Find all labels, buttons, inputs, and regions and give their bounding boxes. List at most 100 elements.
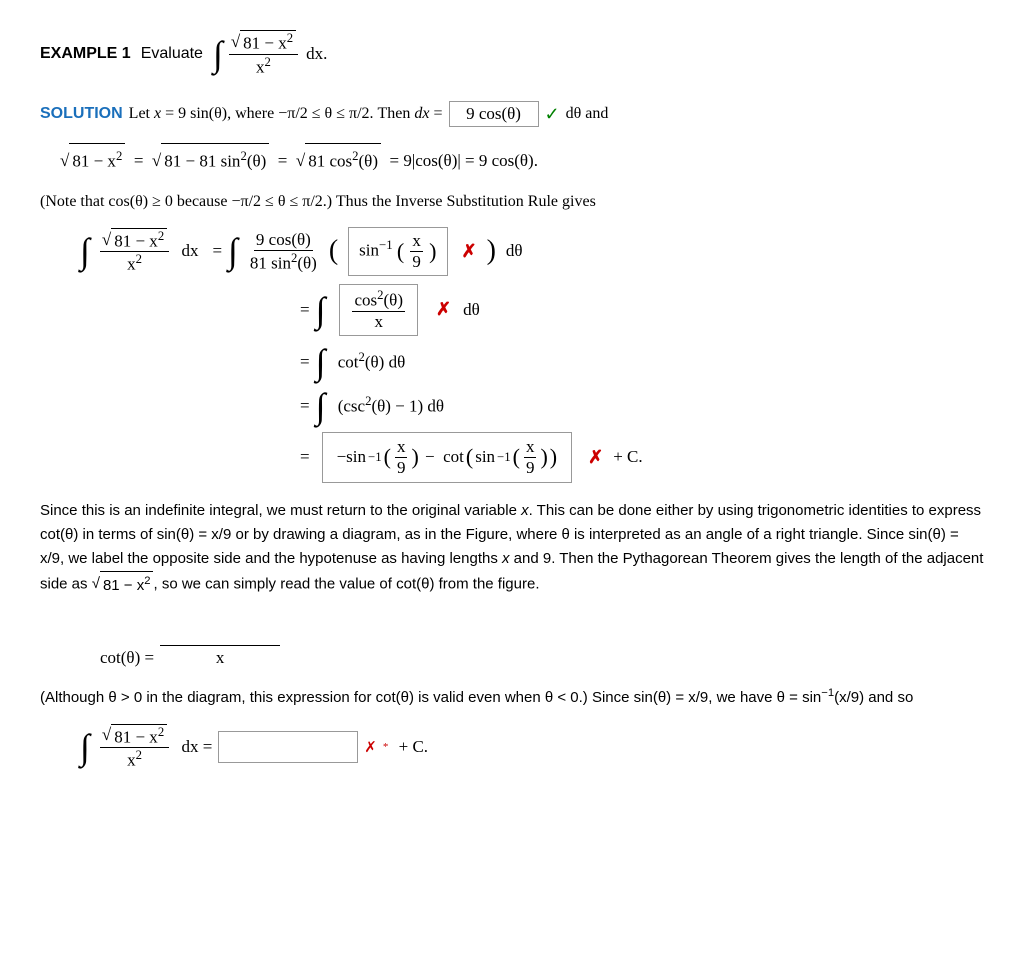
dx-input[interactable]: 9 cos(θ) xyxy=(449,101,539,127)
sqrt-adj: √ 81 − x2 xyxy=(92,571,154,598)
integral-row3: = ∫ cot2(θ) dθ xyxy=(300,344,984,380)
frac-left-den: x2 xyxy=(125,252,144,275)
sqrt-mid1: √ 81 − 81 sin2(θ) xyxy=(152,143,269,179)
header-fraction: √ 81 − x2 x2 xyxy=(229,30,298,77)
cot-section: cot(θ) = x xyxy=(100,614,984,668)
final-integral-sym: ∫ xyxy=(80,729,90,765)
cos2frac: cos2(θ) x xyxy=(352,288,405,332)
dtheta2: dθ xyxy=(463,300,480,320)
checkmark-icon: ✓ xyxy=(545,104,560,125)
cot-label: cot(θ) = xyxy=(100,648,154,668)
header-fraction-num: √ 81 − x2 xyxy=(229,30,298,55)
header-fraction-den: x2 xyxy=(254,55,273,78)
cot-frac-num[interactable] xyxy=(160,614,280,646)
example-header: EXAMPLE 1 Evaluate ∫ √ 81 − x2 x2 dx. xyxy=(40,30,984,77)
integral-right: ∫ xyxy=(228,233,238,269)
sinbox[interactable]: sin−1 ( x 9 ) xyxy=(348,227,447,276)
integral-left: ∫ xyxy=(80,233,90,269)
sup-adj: 2 xyxy=(144,575,150,587)
cot2: cot2(θ) dθ xyxy=(333,350,405,373)
sqrt-mid2: √ 81 cos2(θ) xyxy=(296,143,381,179)
sup-final: 2 xyxy=(158,725,164,739)
star: * xyxy=(383,741,389,753)
superscript-2b: 2 xyxy=(265,55,271,69)
dx-rhs: dx xyxy=(177,241,198,261)
sqrt-sym-lhs: √ xyxy=(102,230,111,250)
paren-left: ( xyxy=(329,237,338,265)
x-mark3: ✗ xyxy=(588,447,603,468)
sqrt-adj-content: 81 − x2 xyxy=(100,571,154,598)
sqrt-mid2-content: 81 cos2(θ) xyxy=(305,143,381,179)
final-lhs-frac: √ 81 − x2 x2 xyxy=(100,724,169,771)
equals1: = xyxy=(212,241,222,261)
equals2: = xyxy=(300,300,310,320)
final-paren1l: ( xyxy=(384,446,391,468)
sqrt-symbol: √ xyxy=(231,32,240,52)
sqrt-sym2: √ xyxy=(152,144,161,178)
sqrt-mid1-content: 81 − 81 sin2(θ) xyxy=(161,143,269,179)
sqrt-left: √ 81 − x2 xyxy=(60,143,125,179)
header-integral: ∫ √ 81 − x2 x2 dx. xyxy=(213,30,327,77)
x-mark2: ✗ xyxy=(436,299,451,320)
final-dx: dx = xyxy=(177,737,212,757)
example-label: EXAMPLE 1 xyxy=(40,45,131,63)
final-frac2-den: 9 xyxy=(524,458,537,478)
cos2-sup: 2 xyxy=(377,288,383,302)
final-answer-input[interactable] xyxy=(218,731,358,763)
solution-text1: Let x = 9 sin(θ), where −π/2 ≤ θ ≤ π/2. … xyxy=(129,105,443,123)
solution-label: SOLUTION xyxy=(40,105,123,123)
cos2-num: cos2(θ) xyxy=(352,288,405,312)
integral-row4-int: ∫ xyxy=(316,388,326,424)
sup-sin2: 2 xyxy=(291,251,297,265)
sqrt-left-content: 81 − x2 xyxy=(69,143,125,179)
sqrt-lhs-content: 81 − x2 xyxy=(111,228,167,252)
plus-c: + C. xyxy=(613,447,642,467)
final-sin2-sup: −1 xyxy=(497,450,511,465)
note-text: (Note that cos(θ) ≥ 0 because −π/2 ≤ θ ≤… xyxy=(40,193,984,211)
sinbox-frac: x 9 xyxy=(410,231,423,272)
plus-c-final: + C. xyxy=(394,737,428,757)
sup2: 2 xyxy=(116,149,122,163)
superscript-2: 2 xyxy=(287,31,293,45)
equals3: = xyxy=(300,352,310,372)
frac-right-num: 9 cos(θ) xyxy=(254,230,313,251)
integral-row3-int: ∫ xyxy=(316,344,326,380)
csc2-sup: 2 xyxy=(365,394,371,408)
sinbox-den: 9 xyxy=(410,252,423,272)
frac-right: 9 cos(θ) 81 sin2(θ) xyxy=(248,230,319,274)
final-cot-parenl: ( xyxy=(466,446,473,468)
sqrt-sym: √ xyxy=(60,144,69,178)
final-frac1-num: x xyxy=(395,437,408,458)
sqrt-final: √ 81 − x2 xyxy=(102,724,167,748)
cos2box[interactable]: cos2(θ) x xyxy=(339,284,418,336)
sqrt-final-sym: √ xyxy=(102,725,111,745)
body-text-para1: Since this is an indefinite integral, we… xyxy=(40,499,984,598)
final-frac2: x 9 xyxy=(524,437,537,478)
integral-row5: = −sin−1 ( x 9 ) − cot ( sin−1 ( x 9 ) )… xyxy=(300,432,984,483)
sqrt-lhs: √ 81 − x2 xyxy=(102,228,167,252)
sqrt-sym3: √ xyxy=(296,144,305,178)
integral-symbol: ∫ xyxy=(213,36,223,72)
final-lhs-num: √ 81 − x2 xyxy=(100,724,169,749)
cot2-sup: 2 xyxy=(359,350,365,364)
sinbox-num: x xyxy=(410,231,423,252)
sqrt-equation-line: √ 81 − x2 = √ 81 − 81 sin2(θ) = √ 81 cos… xyxy=(60,143,984,179)
dx-text: dx. xyxy=(306,44,327,64)
evaluate-text: Evaluate xyxy=(141,45,203,63)
sqrt-eq: √ 81 − x2 = √ 81 − 81 sin2(θ) = √ 81 cos… xyxy=(60,151,538,170)
integral-row1: ∫ √ 81 − x2 x2 dx = ∫ 9 cos(θ) 81 sin2(θ… xyxy=(80,227,984,276)
integral-row4: = ∫ (csc2(θ) − 1) dθ xyxy=(300,388,984,424)
final-integral-block: ∫ √ 81 − x2 x2 dx = ✗ * + C. xyxy=(80,724,984,771)
sqrt-content: 81 − x2 xyxy=(240,30,296,54)
sup-lhs: 2 xyxy=(158,229,164,243)
integral-row2-int: ∫ xyxy=(316,292,326,328)
final-box[interactable]: −sin−1 ( x 9 ) − cot ( sin−1 ( x 9 ) ) xyxy=(322,432,573,483)
solution-text2: dθ and xyxy=(566,105,609,123)
equals5: = xyxy=(300,447,310,467)
body-text-para2: (Although θ > 0 in the diagram, this exp… xyxy=(40,684,984,710)
sup-den: 2 xyxy=(136,252,142,266)
final-frac1-den: 9 xyxy=(395,458,408,478)
cot-frac-den: x xyxy=(216,646,225,668)
sqrt-final-content: 81 − x2 xyxy=(111,724,167,748)
main-equation-block: ∫ √ 81 − x2 x2 dx = ∫ 9 cos(θ) 81 sin2(θ… xyxy=(80,227,984,483)
